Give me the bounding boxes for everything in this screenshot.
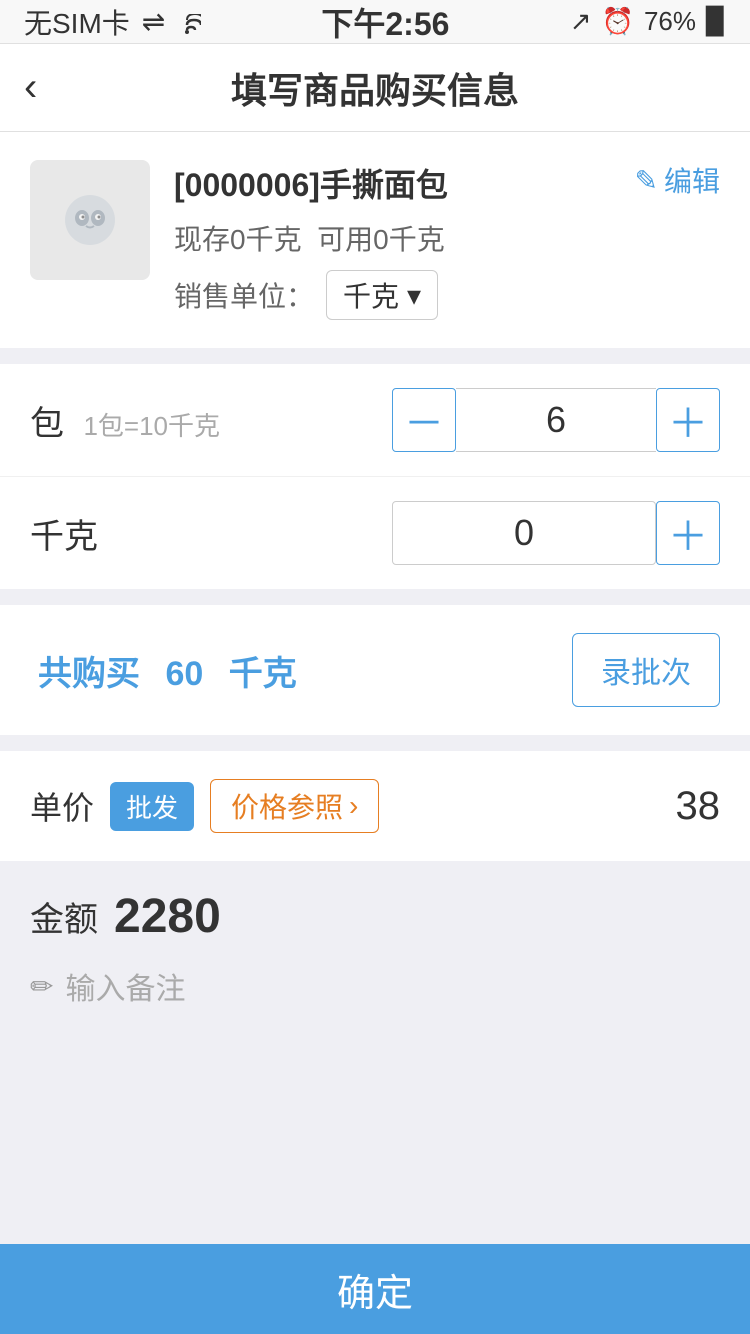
- bao-minus-button[interactable]: －: [392, 388, 456, 452]
- wifi-icon: ⇌: [142, 5, 201, 38]
- remark-placeholder: 输入备注: [65, 964, 185, 1008]
- alarm-icon: ⏰: [602, 6, 634, 37]
- edit-icon: ✎: [635, 164, 658, 197]
- bao-quantity-control: － ＋: [392, 388, 720, 452]
- status-time: 下午2:56: [321, 0, 449, 45]
- product-image: [30, 160, 150, 280]
- total-prefix: 共购买: [38, 655, 140, 693]
- back-button[interactable]: ‹: [24, 65, 37, 110]
- kg-row: 千克 ＋: [0, 477, 750, 589]
- price-section: 单价 批发 价格参照 › 38: [0, 751, 750, 861]
- price-tag: 批发: [110, 782, 194, 831]
- product-info: [0000006]手撕面包 ✎ 编辑 现存0千克 可用0千克 销售单位： 千克 …: [174, 160, 720, 320]
- kg-quantity-control: ＋: [392, 501, 720, 565]
- unit-value: 千克: [343, 275, 399, 315]
- battery-icon: ▉: [706, 6, 726, 37]
- input-section: 包 1包=10千克 － ＋ 千克 ＋: [0, 364, 750, 589]
- price-ref-button[interactable]: 价格参照 ›: [210, 779, 379, 833]
- kg-plus-button[interactable]: ＋: [656, 501, 720, 565]
- carrier-text: 无SIM卡: [24, 2, 130, 42]
- price-ref-arrow: ›: [349, 790, 358, 822]
- total-label: 共购买 60 千克: [30, 646, 305, 695]
- price-label: 单价: [30, 783, 94, 829]
- status-right: ↗ ⏰ 76% ▉: [570, 6, 726, 37]
- battery-text: 76%: [644, 6, 696, 37]
- bao-label: 包 1包=10千克: [30, 396, 392, 445]
- product-name: [0000006]手撕面包: [174, 160, 448, 206]
- pencil-icon: ✏: [30, 970, 53, 1003]
- bottom-bar[interactable]: 确定: [0, 1244, 750, 1334]
- amount-row: 金额 2280: [30, 889, 720, 944]
- page-title: 填写商品购买信息: [231, 62, 519, 114]
- kg-input[interactable]: [392, 501, 656, 565]
- status-left: 无SIM卡 ⇌: [24, 2, 201, 42]
- price-value: 38: [676, 784, 721, 829]
- location-icon: ↗: [570, 6, 592, 37]
- bao-input[interactable]: [456, 388, 656, 452]
- total-amount: 60: [165, 655, 203, 693]
- status-bar: 无SIM卡 ⇌ 下午2:56 ↗ ⏰ 76% ▉: [0, 0, 750, 44]
- product-stock: 现存0千克 可用0千克: [174, 218, 720, 258]
- product-card: [0000006]手撕面包 ✎ 编辑 现存0千克 可用0千克 销售单位： 千克 …: [0, 132, 750, 348]
- amount-value: 2280: [114, 889, 221, 944]
- edit-button[interactable]: ✎ 编辑: [635, 160, 720, 200]
- amount-section: 金额 2280 ✏ 输入备注: [0, 861, 750, 1036]
- bao-row: 包 1包=10千克 － ＋: [0, 364, 750, 477]
- bao-plus-button[interactable]: ＋: [656, 388, 720, 452]
- batch-button[interactable]: 录批次: [572, 633, 720, 707]
- dropdown-icon: ▾: [407, 279, 421, 312]
- nav-bar: ‹ 填写商品购买信息: [0, 44, 750, 132]
- price-ref-label: 价格参照: [231, 786, 343, 826]
- total-section: 共购买 60 千克 录批次: [0, 605, 750, 735]
- product-unit: 销售单位： 千克 ▾: [174, 270, 720, 320]
- edit-label: 编辑: [664, 160, 720, 200]
- total-suffix: 千克: [229, 655, 297, 693]
- remark-row[interactable]: ✏ 输入备注: [30, 964, 720, 1008]
- bao-hint: 1包=10千克: [83, 411, 220, 441]
- amount-label: 金额: [30, 892, 98, 941]
- confirm-button[interactable]: 确定: [337, 1262, 413, 1317]
- unit-select[interactable]: 千克 ▾: [326, 270, 438, 320]
- kg-label: 千克: [30, 509, 392, 558]
